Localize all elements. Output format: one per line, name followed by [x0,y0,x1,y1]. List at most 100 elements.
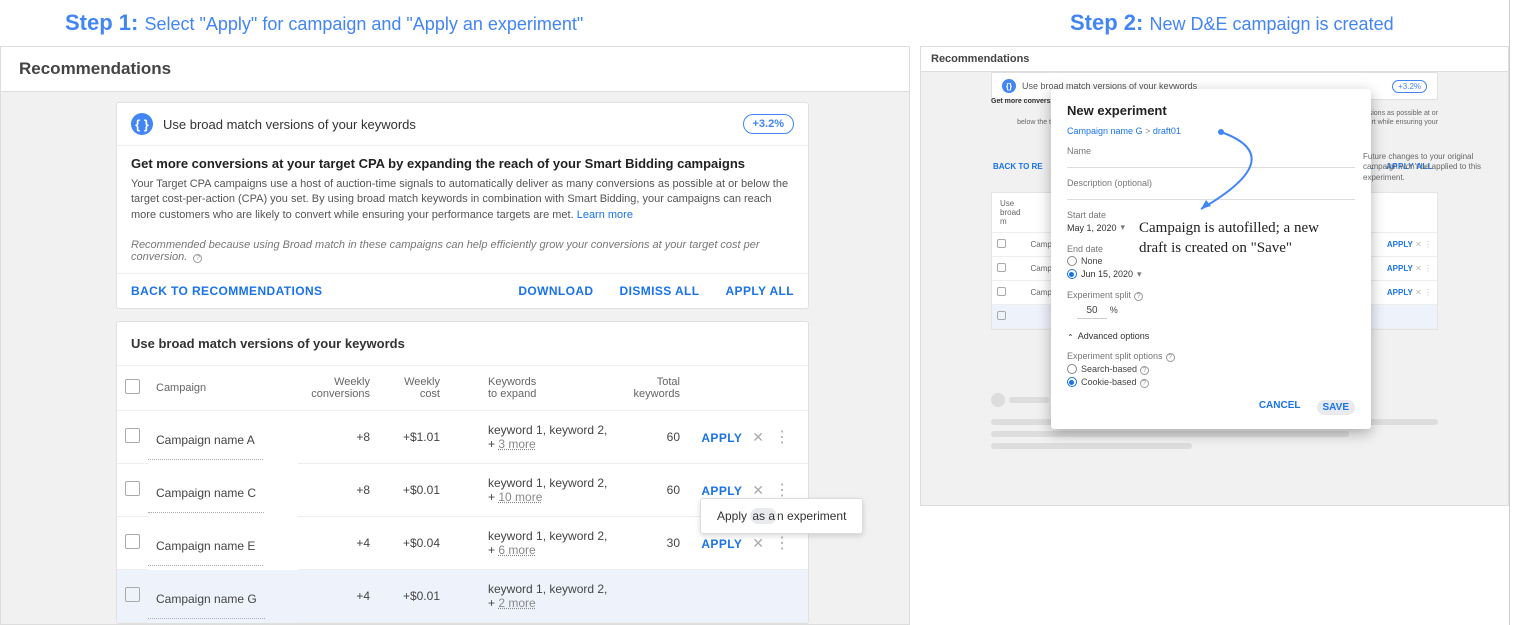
dismiss-all-button[interactable]: DISMISS ALL [620,284,700,298]
apply-button[interactable]: APPLY [1387,288,1413,297]
cell-keywords: keyword 1, keyword 2, + 10 more [448,464,626,517]
card-title: Use broad match versions of your keyword… [163,117,416,132]
help-icon[interactable]: ? [1140,379,1149,388]
radio-date[interactable] [1067,269,1077,279]
cell-conv: +4 [298,570,378,623]
apply-experiment-popup[interactable]: Apply as an experiment [700,498,863,534]
advanced-options-toggle[interactable]: ⌄Advanced options [1067,331,1355,341]
step2-panel: Step 2: New D&E campaign is created Reco… [920,0,1510,625]
col-weekly-cost: Weekly cost [378,366,448,411]
download-button[interactable]: DOWNLOAD [518,284,593,298]
more-icon[interactable]: ⋮ [1424,264,1432,273]
uplift-badge: +3.2% [743,114,795,134]
recommendations-header-2: Recommendations [921,47,1508,72]
radio-cookie-based[interactable] [1067,377,1077,387]
annotation-text: Campaign is autofilled; a new draft is c… [1139,219,1329,258]
radio-search-based[interactable] [1067,364,1077,374]
step2-title: Step 2: New D&E campaign is created [920,0,1509,46]
help-icon[interactable]: ? [193,254,202,263]
more-keywords-link[interactable]: 6 more [498,543,535,557]
modal-title: New experiment [1067,103,1355,118]
col-campaign: Campaign [148,366,298,411]
select-all-checkbox[interactable] [125,379,140,394]
expand-icon: { } [131,113,153,135]
row-checkbox[interactable] [125,534,140,549]
col-total-kw: Total keywords [626,366,688,411]
expand-icon: {} [1002,79,1016,93]
help-icon[interactable]: ? [1140,366,1149,375]
cell-conv: +4 [298,517,378,570]
card-body: Get more conversions at your target CPA … [117,146,808,233]
col-keywords: Keywords to expand [448,366,626,411]
row-checkbox[interactable] [125,428,140,443]
end-date-picker[interactable]: Jun 15, 2020 ▾ [1081,269,1142,280]
modal-actions: CANCEL SAVE [1067,400,1355,415]
chevron-up-icon: ⌄ [1067,332,1074,341]
card-headline: Get more conversions at your target CPA … [131,156,794,171]
campaigns-table: Campaign Weekly conversions Weekly cost … [117,366,808,623]
more-icon[interactable]: ⋮ [774,482,800,499]
step1-panel: Step 1: Select "Apply" for campaign and … [0,0,910,625]
radio-none[interactable] [1067,256,1077,266]
label-split: Experiment split? [1067,290,1355,301]
p2-badge: +3.2% [1392,80,1427,93]
dismiss-icon[interactable]: ✕ [1415,264,1422,273]
row-checkbox[interactable] [997,287,1006,296]
apply-button[interactable]: APPLY [1387,264,1413,273]
row-checkbox[interactable] [997,311,1006,320]
p2-table-title: Use broad m [992,193,1025,233]
more-icon[interactable]: ⋮ [1424,288,1432,297]
step1-rest: Select "Apply" for campaign and "Apply a… [144,14,583,34]
cell-campaign: Campaign name G [148,580,265,619]
row-checkbox[interactable] [125,587,140,602]
help-icon[interactable]: ? [1134,292,1143,301]
more-keywords-link[interactable]: 3 more [498,437,535,451]
dismiss-icon[interactable]: ✕ [1415,288,1422,297]
dismiss-icon[interactable]: ✕ [742,429,774,445]
cell-conv: +8 [298,411,378,464]
more-keywords-link[interactable]: 10 more [498,490,542,504]
apply-all-button[interactable]: APPLY ALL [725,284,794,298]
apply-button[interactable]: APPLY [701,431,742,445]
recommendations-header: Recommendations [1,47,909,92]
back-button[interactable]: BACK TO RECOMMENDATIONS [131,284,322,298]
more-icon[interactable]: ⋮ [774,429,800,446]
apply-button[interactable]: APPLY [701,484,742,498]
step2-prefix: Step 2: [1070,10,1143,35]
cell-keywords: keyword 1, keyword 2, + 6 more [448,517,626,570]
cancel-button[interactable]: CANCEL [1259,400,1301,415]
cell-total: 60 [626,411,688,464]
save-button[interactable]: SAVE [1317,400,1356,415]
card-head: { } Use broad match versions of your key… [117,103,808,146]
cell-cost: +$0.01 [378,464,448,517]
dismiss-icon[interactable]: ✕ [1415,240,1422,249]
table-header-row: Campaign Weekly conversions Weekly cost … [117,366,808,411]
apply-button[interactable]: APPLY [701,537,742,551]
dismiss-icon[interactable]: ✕ [742,535,774,551]
card-button-row: BACK TO RECOMMENDATIONS DOWNLOAD DISMISS… [117,273,808,308]
cell-keywords: keyword 1, keyword 2, + 3 more [448,411,626,464]
cell-total [626,570,688,623]
start-date-picker[interactable]: May 1, 2020 ▾ [1067,222,1125,233]
split-input[interactable]: 50 [1077,303,1107,319]
row-checkbox[interactable] [125,481,140,496]
more-keywords-link[interactable]: 2 more [498,596,535,610]
cell-campaign: Campaign name E [148,527,263,566]
help-icon[interactable]: ? [1166,353,1175,362]
col-weekly-conv: Weekly conversions [298,366,378,411]
table-title: Use broad match versions of your keyword… [117,322,808,366]
cell-keywords: keyword 1, keyword 2, + 2 more [448,570,626,623]
row-checkbox[interactable] [997,263,1006,272]
more-icon[interactable]: ⋮ [774,535,800,552]
row-checkbox[interactable] [997,239,1006,248]
p2-back-button[interactable]: BACK TO RECOMMENDATIONS [993,162,1043,171]
dismiss-icon[interactable]: ✕ [742,482,774,498]
cell-total: 30 [626,517,688,570]
cell-total: 60 [626,464,688,517]
table-row: Campaign name A+8+$1.01keyword 1, keywor… [117,411,808,464]
more-icon[interactable]: ⋮ [1424,240,1432,249]
learn-more-link[interactable]: Learn more [577,209,633,221]
cell-cost: +$0.01 [378,570,448,623]
apply-button[interactable]: APPLY [1387,240,1413,249]
cell-campaign: Campaign name C [148,474,264,513]
